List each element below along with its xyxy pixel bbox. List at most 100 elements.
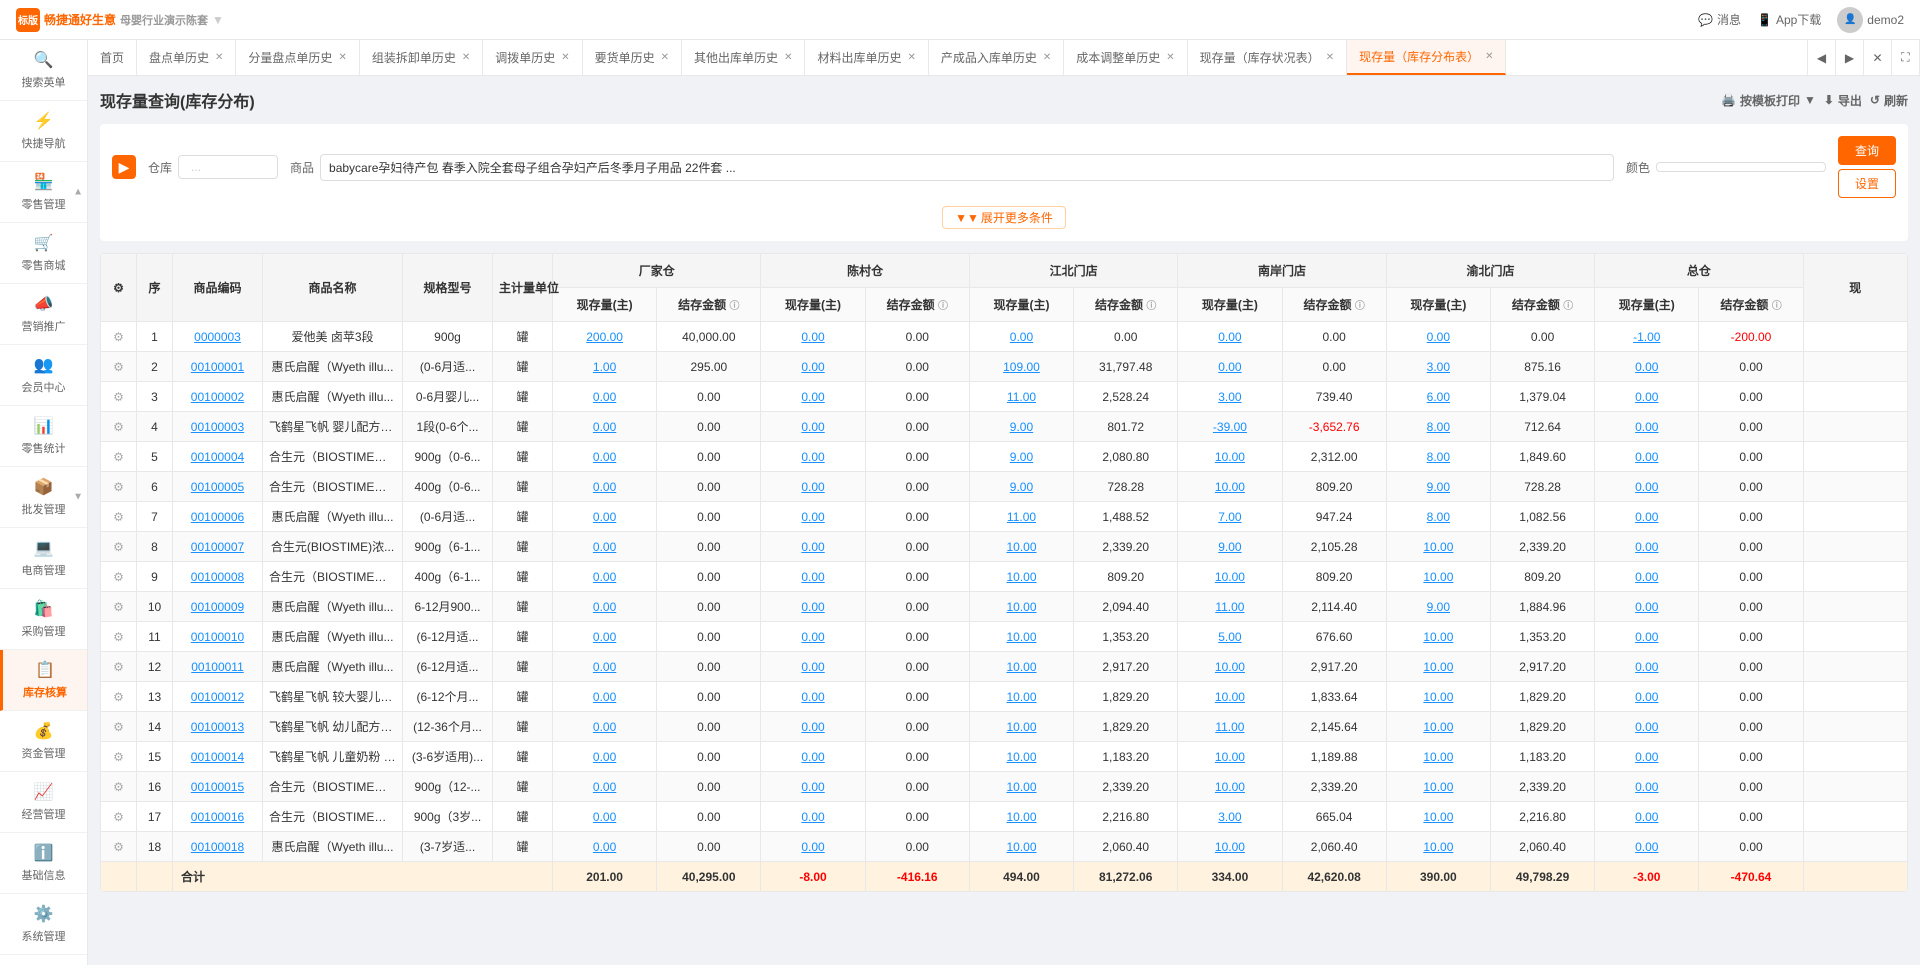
tab-close-requisition[interactable]: ✕ [661,52,669,63]
row-chen-stock[interactable]: 0.00 [761,562,865,592]
row-settings[interactable]: ⚙ [101,352,137,382]
row-settings[interactable]: ⚙ [101,802,137,832]
tab-close-transfer[interactable]: ✕ [561,52,569,63]
row-factory-stock[interactable]: 0.00 [553,382,657,412]
row-yubeibei-stock[interactable]: 10.00 [1386,652,1490,682]
row-jiangbei-stock[interactable]: 10.00 [969,652,1073,682]
row-factory-stock[interactable]: 0.00 [553,622,657,652]
row-code[interactable]: 00100010 [173,622,263,652]
row-total-stock[interactable]: 0.00 [1595,652,1699,682]
row-chen-stock[interactable]: 0.00 [761,832,865,862]
sidebar-item-finance[interactable]: 💰 资金管理 [0,711,87,772]
row-yubeibei-stock[interactable]: 6.00 [1386,382,1490,412]
row-code[interactable]: 00100003 [173,412,263,442]
row-factory-stock[interactable]: 0.00 [553,742,657,772]
row-settings[interactable]: ⚙ [101,442,137,472]
row-chen-stock[interactable]: 0.00 [761,592,865,622]
row-factory-stock[interactable]: 0.00 [553,442,657,472]
row-jiangbei-stock[interactable]: 9.00 [969,412,1073,442]
row-chen-stock[interactable]: 0.00 [761,652,865,682]
row-code[interactable]: 00100004 [173,442,263,472]
row-nanan-stock[interactable]: 10.00 [1178,682,1282,712]
row-chen-stock[interactable]: 0.00 [761,442,865,472]
row-settings[interactable]: ⚙ [101,682,137,712]
row-code[interactable]: 00100018 [173,832,263,862]
sidebar-item-search[interactable]: 🔍 搜索英单 [0,40,87,101]
row-settings[interactable]: ⚙ [101,412,137,442]
row-total-stock[interactable]: 0.00 [1595,412,1699,442]
row-jiangbei-stock[interactable]: 109.00 [969,352,1073,382]
row-nanan-stock[interactable]: 10.00 [1178,562,1282,592]
row-jiangbei-stock[interactable]: 10.00 [969,712,1073,742]
tab-stock-dist[interactable]: 现存量（库存分布表） ✕ [1347,40,1506,75]
tab-other-out[interactable]: 其他出库单历史 ✕ [682,40,805,75]
row-factory-stock[interactable]: 0.00 [553,832,657,862]
row-chen-stock[interactable]: 0.00 [761,742,865,772]
tab-material-out[interactable]: 材料出库单历史 ✕ [805,40,928,75]
row-jiangbei-stock[interactable]: 10.00 [969,592,1073,622]
row-jiangbei-stock[interactable]: 9.00 [969,472,1073,502]
row-jiangbei-stock[interactable]: 10.00 [969,772,1073,802]
row-settings[interactable]: ⚙ [101,382,137,412]
row-code[interactable]: 00100014 [173,742,263,772]
row-jiangbei-stock[interactable]: 10.00 [969,802,1073,832]
row-total-stock[interactable]: 0.00 [1595,802,1699,832]
row-yubeibei-stock[interactable]: 10.00 [1386,742,1490,772]
row-code[interactable]: 00100016 [173,802,263,832]
row-yubeibei-stock[interactable]: 10.00 [1386,622,1490,652]
row-total-stock[interactable]: 0.00 [1595,472,1699,502]
tab-close-split[interactable]: ✕ [338,52,346,63]
tab-cost-adjust[interactable]: 成本调整单历史 ✕ [1064,40,1187,75]
row-nanan-stock[interactable]: 10.00 [1178,832,1282,862]
row-jiangbei-stock[interactable]: 11.00 [969,502,1073,532]
color-select[interactable] [1656,162,1826,172]
tab-expand-btn[interactable]: ⛶ [1892,40,1920,75]
product-input[interactable]: babycare孕妇待产包 春季入院全套母子组合孕妇产后冬季月子用品 22件套 … [320,154,1614,181]
row-factory-stock[interactable]: 0.00 [553,712,657,742]
row-nanan-stock[interactable]: 0.00 [1178,322,1282,352]
sidebar-item-wholesale[interactable]: 📦 批发管理 ▼ [0,467,87,528]
row-jiangbei-stock[interactable]: 10.00 [969,742,1073,772]
row-yubeibei-stock[interactable]: 10.00 [1386,772,1490,802]
row-total-stock[interactable]: 0.00 [1595,502,1699,532]
row-total-stock[interactable]: 0.00 [1595,712,1699,742]
tab-close-material-out[interactable]: ✕ [907,52,915,63]
row-yubeibei-stock[interactable]: 8.00 [1386,442,1490,472]
row-chen-stock[interactable]: 0.00 [761,322,865,352]
row-code[interactable]: 00100009 [173,592,263,622]
row-settings[interactable]: ⚙ [101,532,137,562]
row-factory-stock[interactable]: 0.00 [553,772,657,802]
sidebar-item-member[interactable]: 👥 会员中心 [0,345,87,406]
row-nanan-stock[interactable]: 10.00 [1178,772,1282,802]
tab-close-assembly[interactable]: ✕ [462,52,470,63]
row-settings[interactable]: ⚙ [101,592,137,622]
row-yubeibei-stock[interactable]: 8.00 [1386,502,1490,532]
row-total-stock[interactable]: 0.00 [1595,622,1699,652]
user-area[interactable]: 👤 demo2 [1837,7,1904,33]
row-nanan-stock[interactable]: 3.00 [1178,382,1282,412]
expand-conditions-btn[interactable]: ▼▼ 展开更多条件 [942,206,1066,229]
row-total-stock[interactable]: 0.00 [1595,592,1699,622]
row-code[interactable]: 00100011 [173,652,263,682]
row-jiangbei-stock[interactable]: 10.00 [969,682,1073,712]
row-chen-stock[interactable]: 0.00 [761,802,865,832]
export-btn[interactable]: ⬇ 导出 [1824,92,1862,109]
tab-stock-status[interactable]: 现存量（库存状况表） ✕ [1188,40,1347,75]
row-settings[interactable]: ⚙ [101,322,137,352]
row-factory-stock[interactable]: 0.00 [553,412,657,442]
row-code[interactable]: 00100008 [173,562,263,592]
tab-close-cost-adjust[interactable]: ✕ [1166,52,1174,63]
row-chen-stock[interactable]: 0.00 [761,352,865,382]
row-chen-stock[interactable]: 0.00 [761,772,865,802]
row-settings[interactable]: ⚙ [101,472,137,502]
row-factory-stock[interactable]: 0.00 [553,652,657,682]
tab-close-stock-status[interactable]: ✕ [1326,52,1334,63]
row-chen-stock[interactable]: 0.00 [761,412,865,442]
row-jiangbei-stock[interactable]: 10.00 [969,832,1073,862]
row-total-stock[interactable]: 0.00 [1595,682,1699,712]
row-nanan-stock[interactable]: 10.00 [1178,472,1282,502]
tab-transfer[interactable]: 调拨单历史 ✕ [483,40,582,75]
sidebar-item-marketing[interactable]: 📣 营销推广 [0,284,87,345]
row-yubeibei-stock[interactable]: 9.00 [1386,472,1490,502]
row-nanan-stock[interactable]: 11.00 [1178,592,1282,622]
